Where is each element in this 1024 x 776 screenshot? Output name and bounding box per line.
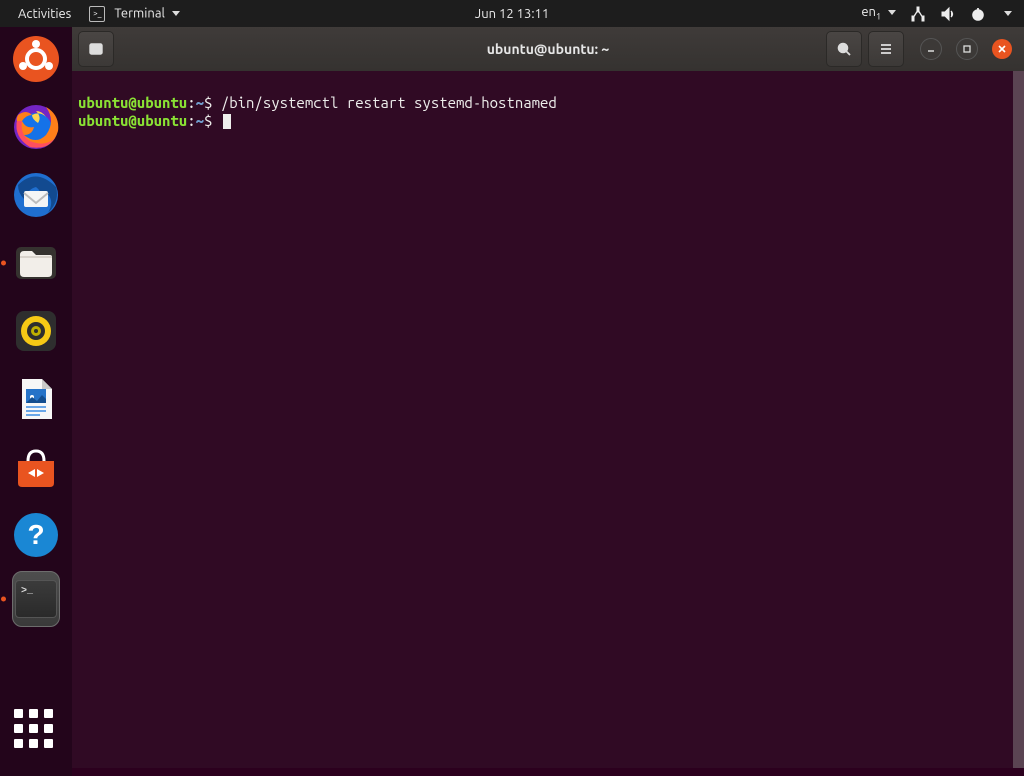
- terminal-scrollbar[interactable]: [1013, 71, 1024, 768]
- window-maximize-button[interactable]: [956, 38, 978, 60]
- activities-button[interactable]: Activities: [10, 3, 79, 25]
- power-icon[interactable]: [970, 6, 986, 22]
- prompt-symbol: $: [204, 112, 212, 129]
- prompt-user: ubuntu@ubuntu: [78, 112, 187, 129]
- dock-item-help[interactable]: ?: [12, 511, 60, 559]
- dock-item-ubuntu-software[interactable]: [12, 443, 60, 491]
- dock-item-firefox[interactable]: [12, 103, 60, 151]
- prompt-sep: :: [187, 112, 195, 129]
- thunderbird-icon: [12, 171, 60, 219]
- prompt-sep: :: [187, 94, 195, 111]
- volume-icon[interactable]: [940, 6, 956, 22]
- gnome-top-bar: Activities >_ Terminal Jun 12 13:11 en1: [0, 0, 1024, 27]
- chevron-down-icon: [888, 10, 896, 15]
- prompt-path: ~: [196, 112, 204, 129]
- terminal-glyph: >_: [21, 586, 33, 597]
- ubuntu-dock: ? >_: [0, 27, 72, 776]
- text-cursor: [223, 114, 231, 129]
- dock-item-thunderbird[interactable]: [12, 171, 60, 219]
- svg-text:?: ?: [27, 519, 44, 550]
- terminal-window: ubuntu@ubuntu: ~ ubuntu@ubuntu:~$ /bin/s…: [72, 27, 1024, 768]
- help-icon: ?: [12, 511, 60, 559]
- app-menu-button[interactable]: >_ Terminal: [81, 2, 188, 26]
- firefox-icon: [12, 103, 60, 151]
- system-menu-chevron-icon[interactable]: [1004, 11, 1012, 16]
- app-menu-label: Terminal: [114, 6, 165, 20]
- files-icon: [12, 239, 60, 287]
- network-icon[interactable]: [910, 6, 926, 22]
- prompt-user: ubuntu@ubuntu: [78, 94, 187, 111]
- search-button[interactable]: [826, 31, 862, 67]
- dock-item-terminal[interactable]: >_: [12, 575, 60, 623]
- terminal-icon: >_: [12, 571, 60, 627]
- dock-item-ubuntu[interactable]: [12, 35, 60, 83]
- terminal-menu-icon: >_: [89, 6, 105, 22]
- dock-item-files[interactable]: [12, 239, 60, 287]
- clock-button[interactable]: Jun 12 13:11: [467, 3, 557, 25]
- hamburger-menu-button[interactable]: [868, 31, 904, 67]
- rhythmbox-icon: [12, 307, 60, 355]
- new-tab-button[interactable]: [78, 31, 114, 67]
- input-source-label: en: [861, 5, 876, 19]
- dock-item-rhythmbox[interactable]: [12, 307, 60, 355]
- terminal-viewport[interactable]: ubuntu@ubuntu:~$ /bin/systemctl restart …: [72, 71, 1024, 768]
- libreoffice-writer-icon: [12, 375, 60, 423]
- ubuntu-logo-icon: [12, 35, 60, 83]
- input-source-index: 1: [876, 12, 881, 22]
- command-text: /bin/systemctl restart systemd-hostnamed: [212, 94, 556, 111]
- window-titlebar[interactable]: ubuntu@ubuntu: ~: [72, 27, 1024, 71]
- ubuntu-software-icon: [12, 443, 60, 491]
- prompt-path: ~: [196, 94, 204, 111]
- input-source-indicator[interactable]: en1: [861, 5, 896, 22]
- dock-item-libreoffice-writer[interactable]: [12, 375, 60, 423]
- window-minimize-button[interactable]: [920, 38, 942, 60]
- chevron-down-icon: [172, 11, 180, 16]
- window-close-button[interactable]: [992, 39, 1012, 59]
- show-applications-button[interactable]: [14, 709, 53, 748]
